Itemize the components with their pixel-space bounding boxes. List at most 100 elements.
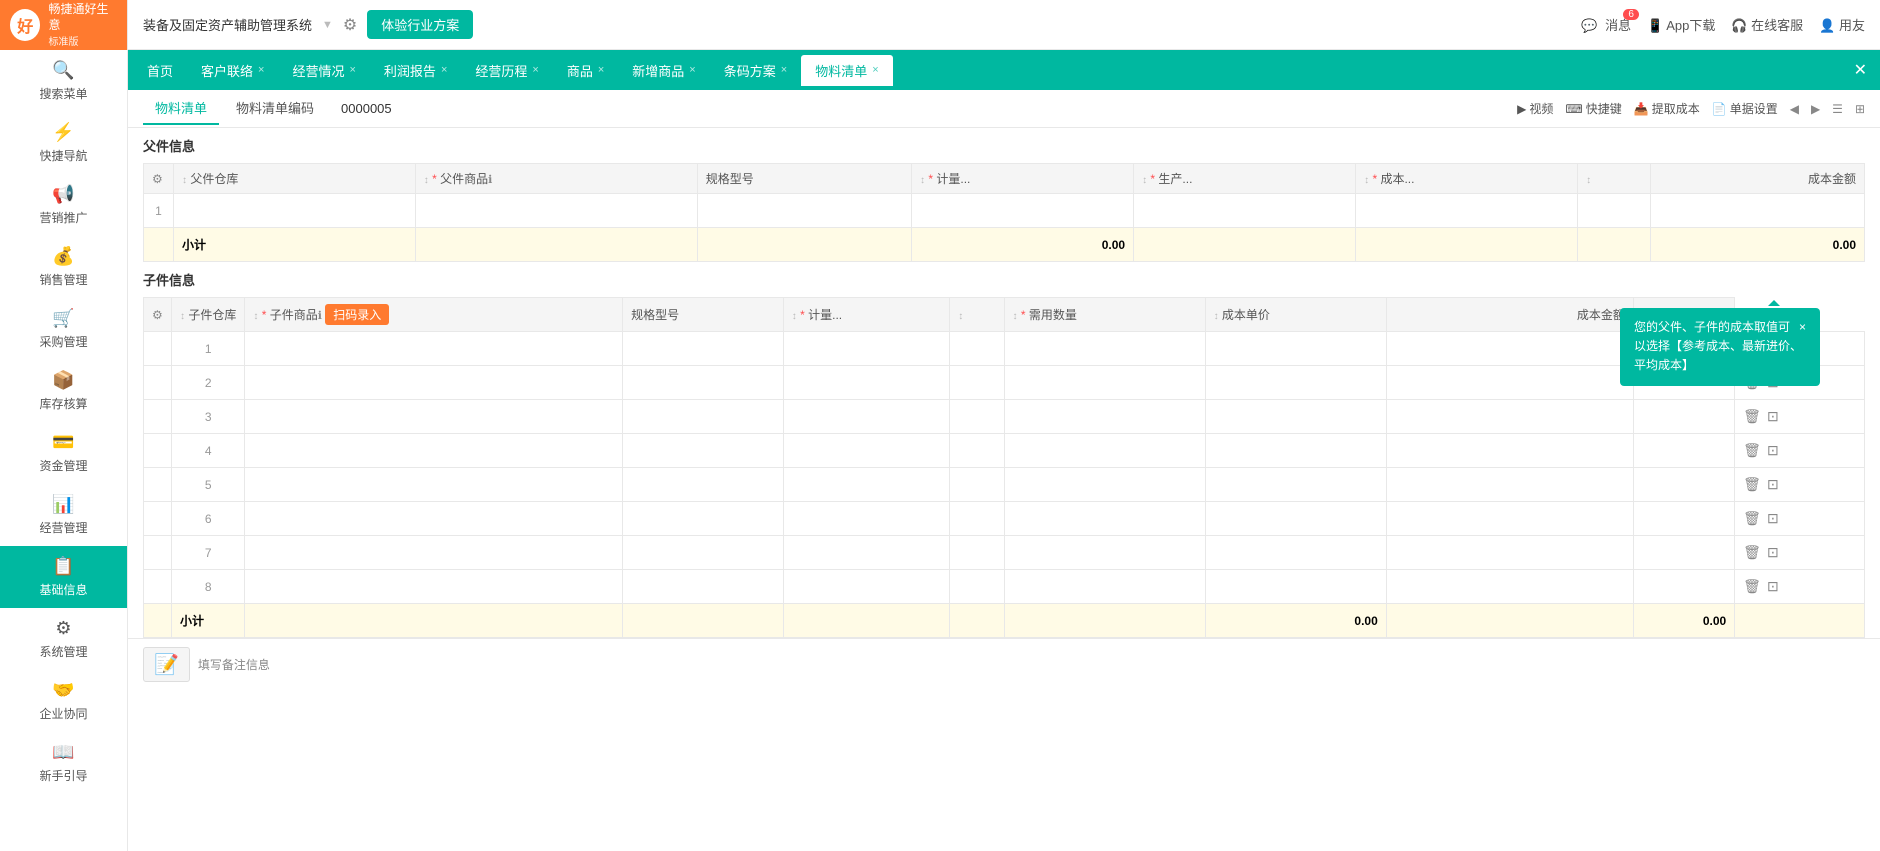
child-row-3-product[interactable] bbox=[623, 400, 784, 434]
child-row-5-unit-cost[interactable] bbox=[1386, 468, 1633, 502]
child-row-7-spec[interactable] bbox=[783, 536, 949, 570]
nav-tab-4[interactable]: 经营历程 × bbox=[461, 55, 552, 86]
single-settings-btn[interactable]: 📄 单据设置 bbox=[1712, 100, 1778, 117]
sub-tab-material-code[interactable]: 物料清单编码 bbox=[224, 92, 326, 125]
child-row-6-unit-cost[interactable] bbox=[1386, 502, 1633, 536]
child-row-7-unit-cost[interactable] bbox=[1386, 536, 1633, 570]
nav-tab-close-4[interactable]: × bbox=[532, 64, 538, 76]
delete-icon-7[interactable]: 🗑 bbox=[1743, 544, 1761, 561]
child-row-5-spec[interactable] bbox=[783, 468, 949, 502]
child-row-5-qty[interactable] bbox=[950, 468, 1004, 502]
copy-icon-6[interactable]: ⊡ bbox=[1767, 510, 1779, 527]
child-row-3-needed-qty[interactable] bbox=[1205, 400, 1386, 434]
close-all-tabs-icon[interactable]: ✕ bbox=[1846, 60, 1875, 80]
delete-icon-5[interactable]: 🗑 bbox=[1743, 476, 1761, 493]
tooltip-close-icon[interactable]: × bbox=[1799, 318, 1806, 337]
child-row-1-qty[interactable] bbox=[950, 332, 1004, 366]
message-icon-area[interactable]: 💬 6 消息 bbox=[1581, 15, 1631, 34]
child-row-1-product[interactable] bbox=[623, 332, 784, 366]
child-row-2-needed-qty[interactable] bbox=[1205, 366, 1386, 400]
child-row-6-needed-qty[interactable] bbox=[1205, 502, 1386, 536]
parent-row-1-qty[interactable] bbox=[912, 194, 1134, 228]
child-row-2-qty[interactable] bbox=[950, 366, 1004, 400]
sidebar-item-销售管理[interactable]: 💰销售管理 bbox=[0, 236, 127, 298]
child-row-2-warehouse[interactable] bbox=[245, 366, 623, 400]
view-mode-icon[interactable]: ☰ bbox=[1832, 102, 1843, 116]
parent-row-1-cost[interactable] bbox=[1356, 194, 1578, 228]
child-row-7-extra[interactable] bbox=[1004, 536, 1205, 570]
nav-tab-close-3[interactable]: × bbox=[441, 64, 447, 76]
delete-icon-8[interactable]: 🗑 bbox=[1743, 578, 1761, 595]
child-row-2-extra[interactable] bbox=[1004, 366, 1205, 400]
child-row-1-extra[interactable] bbox=[1004, 332, 1205, 366]
sidebar-item-快捷导航[interactable]: ⚡快捷导航 bbox=[0, 112, 127, 174]
child-row-2-spec[interactable] bbox=[783, 366, 949, 400]
child-th-gear[interactable]: ⚙ bbox=[144, 298, 172, 332]
child-row-3-warehouse[interactable] bbox=[245, 400, 623, 434]
child-row-3-unit-cost[interactable] bbox=[1386, 400, 1633, 434]
sub-tab-material-list[interactable]: 物料清单 bbox=[143, 92, 219, 125]
sidebar-item-系统管理[interactable]: ⚙系统管理 bbox=[0, 608, 127, 670]
online-service[interactable]: 🎧 在线客服 bbox=[1731, 15, 1803, 34]
delete-icon-3[interactable]: 🗑 bbox=[1743, 408, 1761, 425]
nav-tab-3[interactable]: 利润报告 × bbox=[370, 55, 461, 86]
child-row-7-warehouse[interactable] bbox=[245, 536, 623, 570]
child-row-3-qty[interactable] bbox=[950, 400, 1004, 434]
copy-icon-8[interactable]: ⊡ bbox=[1767, 578, 1779, 595]
nav-next-icon[interactable]: ▶ bbox=[1811, 102, 1820, 116]
child-row-6-extra[interactable] bbox=[1004, 502, 1205, 536]
extract-cost-btn[interactable]: 📥 提取成本 bbox=[1634, 100, 1700, 117]
child-row-4-needed-qty[interactable] bbox=[1205, 434, 1386, 468]
child-row-4-spec[interactable] bbox=[783, 434, 949, 468]
nav-tab-6[interactable]: 新增商品 × bbox=[618, 55, 709, 86]
child-row-4-warehouse[interactable] bbox=[245, 434, 623, 468]
parent-row-1-extra[interactable] bbox=[1578, 194, 1651, 228]
child-row-7-qty[interactable] bbox=[950, 536, 1004, 570]
sidebar-item-新手引导[interactable]: 📖新手引导 bbox=[0, 732, 127, 794]
add-remark-btn[interactable]: 📝 bbox=[143, 647, 190, 682]
delete-icon-6[interactable]: 🗑 bbox=[1743, 510, 1761, 527]
nav-tab-0[interactable]: 首页 bbox=[133, 55, 187, 86]
expand-icon[interactable]: ⊞ bbox=[1855, 102, 1865, 116]
nav-tab-7[interactable]: 条码方案 × bbox=[710, 55, 801, 86]
child-row-4-unit-cost[interactable] bbox=[1386, 434, 1633, 468]
shortcut-btn[interactable]: ⌨ 快捷键 bbox=[1565, 100, 1621, 117]
sidebar-item-基础信息[interactable]: 📋基础信息 bbox=[0, 546, 127, 608]
app-download[interactable]: 📱 App下载 bbox=[1647, 15, 1715, 34]
child-row-2-product[interactable] bbox=[623, 366, 784, 400]
child-row-3-spec[interactable] bbox=[783, 400, 949, 434]
child-row-1-needed-qty[interactable] bbox=[1205, 332, 1386, 366]
sidebar-item-搜索菜单[interactable]: 🔍搜索菜单 bbox=[0, 50, 127, 112]
child-row-4-qty[interactable] bbox=[950, 434, 1004, 468]
sidebar-item-企业协同[interactable]: 🤝企业协同 bbox=[0, 670, 127, 732]
child-row-7-needed-qty[interactable] bbox=[1205, 536, 1386, 570]
video-btn[interactable]: ▶ 视频 bbox=[1517, 100, 1553, 117]
parent-row-1-product[interactable] bbox=[415, 194, 697, 228]
nav-tab-close-7[interactable]: × bbox=[781, 64, 787, 76]
child-row-5-extra[interactable] bbox=[1004, 468, 1205, 502]
child-row-4-extra[interactable] bbox=[1004, 434, 1205, 468]
parent-row-1-spec[interactable] bbox=[697, 194, 911, 228]
child-row-1-spec[interactable] bbox=[783, 332, 949, 366]
copy-icon-3[interactable]: ⊡ bbox=[1767, 408, 1779, 425]
nav-tab-5[interactable]: 商品 × bbox=[553, 55, 618, 86]
child-row-3-extra[interactable] bbox=[1004, 400, 1205, 434]
nav-tab-8[interactable]: 物料清单 × bbox=[801, 55, 892, 86]
child-row-1-warehouse[interactable] bbox=[245, 332, 623, 366]
copy-icon-7[interactable]: ⊡ bbox=[1767, 544, 1779, 561]
child-row-1-unit-cost[interactable] bbox=[1386, 332, 1633, 366]
parent-row-1-production[interactable] bbox=[1134, 194, 1356, 228]
parent-row-1-warehouse[interactable] bbox=[174, 194, 416, 228]
settings-icon[interactable]: ⚙ bbox=[343, 15, 357, 35]
child-row-7-product[interactable] bbox=[623, 536, 784, 570]
child-row-5-product[interactable] bbox=[623, 468, 784, 502]
parent-th-gear[interactable]: ⚙ bbox=[144, 164, 174, 194]
nav-tab-close-5[interactable]: × bbox=[598, 64, 604, 76]
child-row-6-product[interactable] bbox=[623, 502, 784, 536]
child-row-5-warehouse[interactable] bbox=[245, 468, 623, 502]
sidebar-item-资金管理[interactable]: 💳资金管理 bbox=[0, 422, 127, 484]
child-row-6-warehouse[interactable] bbox=[245, 502, 623, 536]
child-row-5-needed-qty[interactable] bbox=[1205, 468, 1386, 502]
scan-input-btn[interactable]: 扫码录入 bbox=[325, 304, 389, 325]
nav-tab-close-2[interactable]: × bbox=[349, 64, 355, 76]
